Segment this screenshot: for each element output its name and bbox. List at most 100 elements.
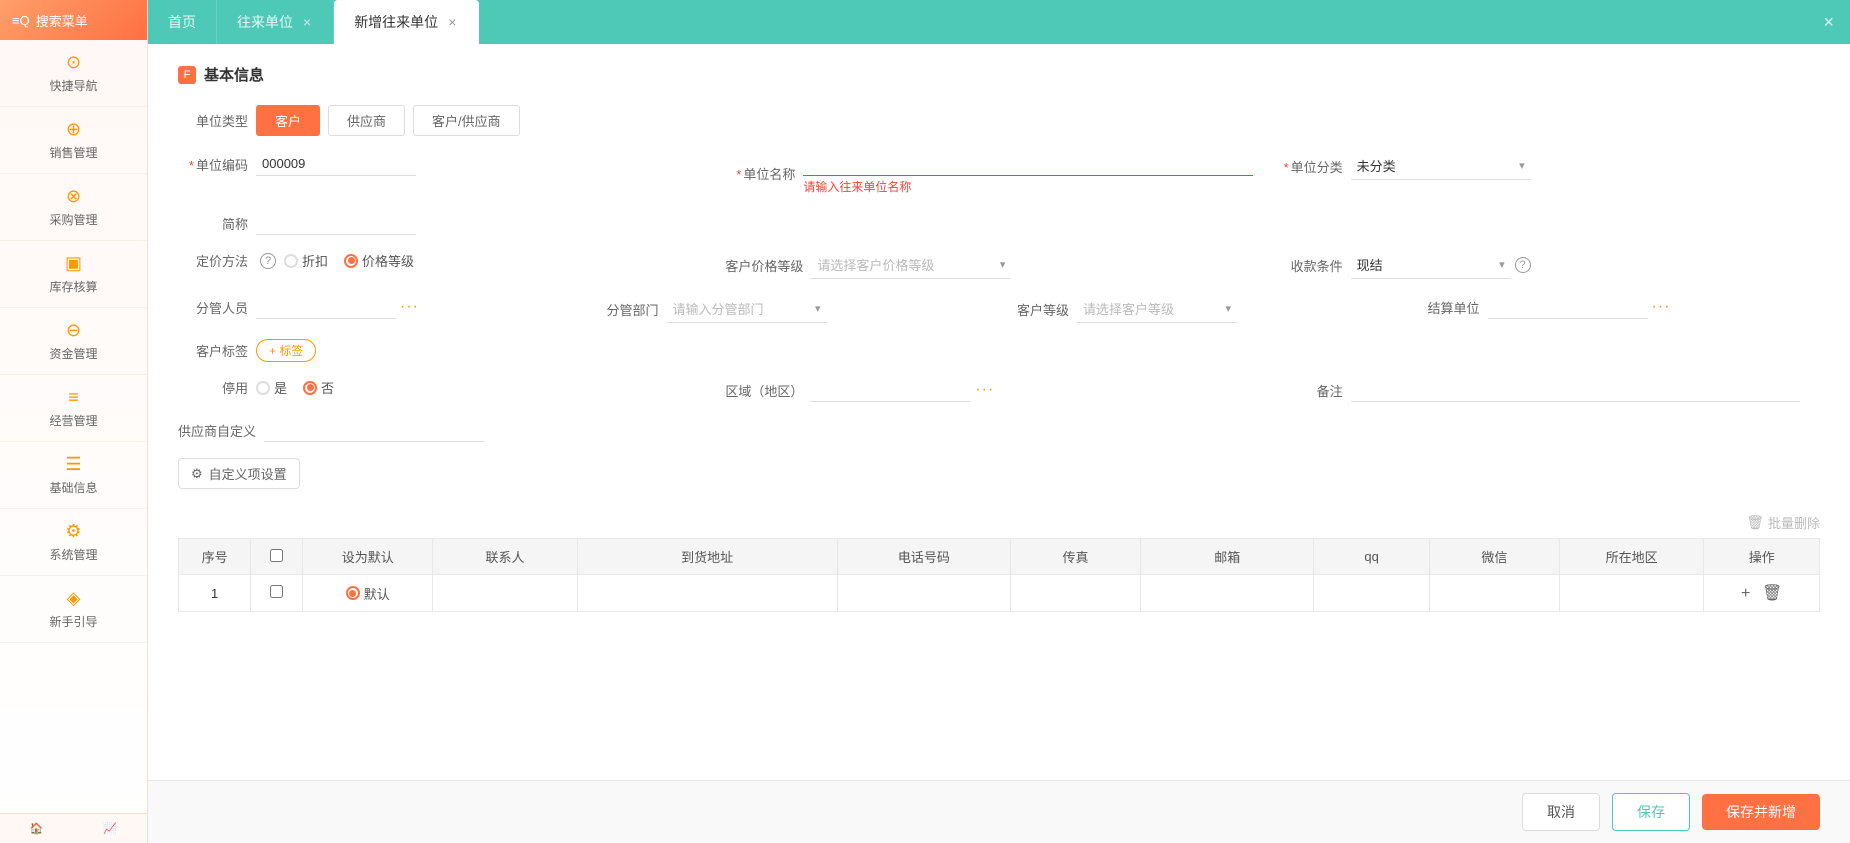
custom-settings-btn[interactable]: ⚙ 自定义项设置 [178, 458, 300, 489]
pricing-level-radio[interactable]: 价格等级 [344, 251, 414, 270]
payment-terms-select[interactable]: 现结 ▾ [1351, 251, 1511, 279]
pricing-row: 定价方法 ? 折扣 价格等级 客户价格等级 请选择客户价格等级 [178, 251, 1820, 279]
settlement-dots-btn[interactable]: ··· [1648, 298, 1675, 316]
contact-input[interactable] [449, 586, 560, 601]
region-dots-btn[interactable]: ··· [971, 381, 998, 399]
short-name-label: 简称 [178, 214, 248, 233]
address-input[interactable] [600, 586, 815, 601]
sidebar-item-basic[interactable]: ☰ 基础信息 [0, 442, 147, 509]
col-seq: 序号 [179, 539, 251, 575]
department-select[interactable]: 请输入分管部门 ▾ [667, 295, 827, 323]
sidebar-item-system[interactable]: ⚙ 系统管理 [0, 509, 147, 576]
window-close-button[interactable]: × [1807, 0, 1850, 44]
remark-input[interactable] [1351, 378, 1800, 402]
payment-terms-label: 收款条件 [1273, 256, 1343, 275]
department-group: 分管部门 请输入分管部门 ▾ [589, 295, 980, 323]
sidebar-item-guide[interactable]: ◈ 新手引导 [0, 576, 147, 643]
unit-category-label: 单位分类 [1273, 157, 1343, 176]
sidebar-home-btn[interactable]: 🏠 [0, 814, 74, 843]
tags-group: 客户标签 + 标签 [178, 339, 1800, 362]
sidebar-item-finance[interactable]: ⊖ 资金管理 [0, 308, 147, 375]
tag-add-btn[interactable]: + 标签 [256, 339, 316, 362]
row-add-btn[interactable]: + [1737, 583, 1754, 605]
section-icon: F [178, 66, 196, 84]
sidebar-item-purchase[interactable]: ⊗ 采购管理 [0, 174, 147, 241]
tab-partners-label: 往来单位 [237, 12, 293, 32]
unit-name-error: 请输入往来单位名称 [803, 178, 1252, 195]
supplier-custom-label: 供应商自定义 [178, 421, 256, 440]
gear-icon: ⚙ [191, 466, 203, 482]
unit-category-group: 单位分类 未分类 ▾ [1273, 152, 1800, 180]
sidebar-item-operation[interactable]: ≡ 经营管理 [0, 375, 147, 442]
home-icon: 🏠 [30, 822, 44, 835]
customer-level-select[interactable]: 请选择客户等级 ▾ [1077, 295, 1237, 323]
level-radio-circle [344, 254, 358, 268]
fax-input[interactable] [1026, 586, 1124, 601]
tab-partners-close[interactable]: × [301, 13, 313, 31]
sidebar-item-inventory[interactable]: ▣ 库存核算 [0, 241, 147, 308]
row-contact [433, 575, 577, 612]
type-customer-btn[interactable]: 客户 [256, 105, 320, 136]
table-header-row: 序号 设为默认 联系人 到货地址 电话号码 传真 邮箱 qq 微信 所在地区 操… [179, 539, 1820, 575]
row-region-input[interactable] [1576, 586, 1687, 601]
customer-price-level-select[interactable]: 请选择客户价格等级 ▾ [811, 251, 1011, 279]
batch-delete-label[interactable]: 批量删除 [1768, 513, 1820, 532]
sidebar-chart-btn[interactable]: 📈 [74, 814, 148, 843]
tab-home[interactable]: 首页 [148, 0, 217, 44]
pricing-discount-radio[interactable]: 折扣 [284, 251, 328, 270]
settlement-unit-input[interactable] [1488, 295, 1648, 319]
unit-type-row: 单位类型 客户 供应商 客户/供应商 [178, 105, 1820, 136]
payment-help-icon[interactable]: ? [1515, 257, 1531, 273]
row-email [1141, 575, 1314, 612]
wechat-input[interactable] [1445, 586, 1543, 601]
inventory-icon: ▣ [65, 253, 82, 274]
sidebar-item-sales[interactable]: ⊕ 销售管理 [0, 107, 147, 174]
phone-input[interactable] [855, 586, 992, 601]
type-supplier-btn[interactable]: 供应商 [328, 105, 405, 136]
quick-nav-icon: ⊙ [66, 52, 81, 73]
select-all-checkbox[interactable] [270, 549, 283, 562]
row-qq [1314, 575, 1430, 612]
short-name-row: 简称 [178, 211, 1820, 235]
cancel-button[interactable]: 取消 [1522, 793, 1600, 831]
unit-name-input[interactable] [803, 152, 1252, 176]
row-default-radio[interactable]: 默认 [313, 584, 422, 603]
sidebar-item-quick-nav[interactable]: ⊙ 快捷导航 [0, 40, 147, 107]
unit-category-select[interactable]: 未分类 ▾ [1351, 152, 1531, 180]
sidebar-item-label: 新手引导 [49, 613, 97, 630]
table-body: 1 默认 [179, 575, 1820, 612]
unit-code-input[interactable] [256, 152, 416, 176]
type-both-btn[interactable]: 客户/供应商 [413, 105, 520, 136]
tab-new-partner-close[interactable]: × [446, 13, 458, 31]
col-fax: 传真 [1011, 539, 1141, 575]
disable-no-radio[interactable]: 否 [303, 378, 334, 397]
disable-radio-group: 是 否 [256, 378, 334, 397]
disable-row: 停用 是 否 区域（地区） ··· 备注 [178, 378, 1820, 402]
disable-yes-radio[interactable]: 是 [256, 378, 287, 397]
short-name-input[interactable] [256, 211, 416, 235]
email-input[interactable] [1159, 586, 1296, 601]
tab-bar: 首页 往来单位 × 新增往来单位 × × [148, 0, 1850, 44]
supplier-custom-input[interactable] [264, 418, 484, 442]
save-new-button[interactable]: 保存并新增 [1702, 794, 1820, 830]
row-delete-btn[interactable]: 🗑 [1758, 581, 1786, 605]
tab-new-partner[interactable]: 新增往来单位 × [334, 0, 479, 44]
settlement-unit-group: 结算单位 ··· [1410, 295, 1801, 319]
main-area: 首页 往来单位 × 新增往来单位 × × F 基本信息 单位类型 客户 供应商 [148, 0, 1850, 843]
supplier-custom-group: 供应商自定义 [178, 418, 1800, 442]
manager-dots-btn[interactable]: ··· [396, 298, 423, 316]
sidebar-search[interactable]: ≡Q 搜索菜单 [0, 0, 147, 40]
no-radio-circle [303, 381, 317, 395]
customer-price-level-label: 客户价格等级 [725, 256, 803, 275]
unit-type-label: 单位类型 [178, 111, 248, 130]
sidebar-item-label: 基础信息 [49, 479, 97, 496]
pricing-help-icon[interactable]: ? [260, 253, 276, 269]
tab-partners[interactable]: 往来单位 × [217, 0, 334, 44]
row-check [251, 575, 303, 612]
region-input[interactable] [811, 378, 971, 402]
row-checkbox[interactable] [270, 585, 283, 598]
save-button[interactable]: 保存 [1612, 793, 1690, 831]
manager-input[interactable] [256, 295, 396, 319]
unit-name-label: 单位名称 [725, 164, 795, 183]
qq-input[interactable] [1329, 586, 1414, 601]
